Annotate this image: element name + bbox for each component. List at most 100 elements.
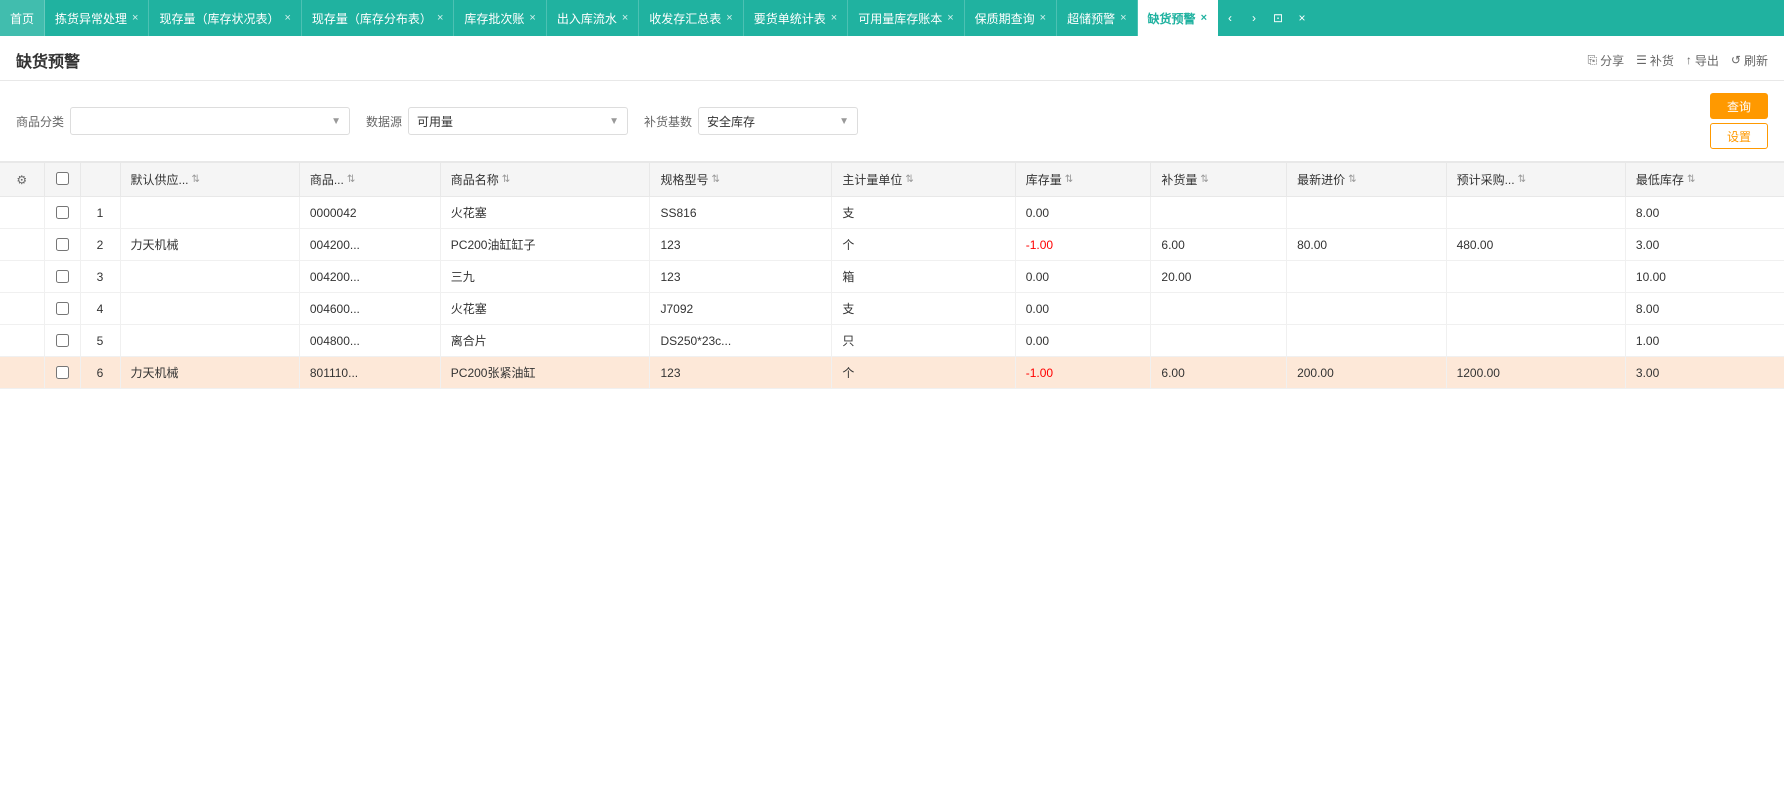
column-settings-icon[interactable]: ⚙: [10, 173, 34, 187]
row-stock: 0.00: [1015, 197, 1151, 229]
row-checkbox[interactable]: [56, 302, 69, 315]
replenish-base-arrow-icon: ▼: [839, 116, 849, 127]
tab-overstock-warning[interactable]: 超储预警 ×: [1057, 0, 1137, 36]
row-estimated-purchase: [1446, 197, 1625, 229]
tab-expiry-query-close[interactable]: ×: [1040, 12, 1046, 24]
row-checkbox[interactable]: [56, 366, 69, 379]
row-settings-cell: [0, 197, 44, 229]
row-spec: 123: [650, 357, 832, 389]
tab-close-all-btn[interactable]: ×: [1290, 0, 1314, 36]
tab-demand-stats[interactable]: 要货单统计表 ×: [744, 0, 848, 36]
th-min-stock-label: 最低库存: [1636, 171, 1684, 188]
export-button[interactable]: ↑ 导出: [1686, 52, 1719, 69]
tab-batch-account-close[interactable]: ×: [529, 12, 535, 24]
th-unit-label: 主计量单位: [842, 171, 902, 188]
category-select[interactable]: ▼: [70, 107, 350, 135]
th-min-stock[interactable]: 最低库存 ⇅: [1625, 163, 1784, 197]
th-replenish-qty[interactable]: 补货量 ⇅: [1151, 163, 1287, 197]
row-checkbox-cell[interactable]: [44, 197, 80, 229]
tab-demand-stats-close[interactable]: ×: [831, 12, 837, 24]
tab-expiry-query-label: 保质期查询: [975, 10, 1035, 27]
tab-inventory-dist[interactable]: 现存量（库存分布表） ×: [302, 0, 454, 36]
row-checkbox[interactable]: [56, 270, 69, 283]
replenish-base-select[interactable]: 安全库存 ▼: [698, 107, 858, 135]
tab-shortage-warning-close[interactable]: ×: [1201, 12, 1207, 24]
th-settings[interactable]: ⚙: [0, 163, 44, 197]
row-estimated-purchase: [1446, 261, 1625, 293]
share-label: 分享: [1600, 52, 1624, 69]
row-checkbox[interactable]: [56, 334, 69, 347]
replenish-qty-sort-icon: ⇅: [1200, 174, 1208, 185]
row-stock: -1.00: [1015, 357, 1151, 389]
tab-abnormal-close[interactable]: ×: [132, 12, 138, 24]
th-stock[interactable]: 库存量 ⇅: [1015, 163, 1151, 197]
row-latest-price: [1287, 293, 1447, 325]
tab-available-ledger-label: 可用量库存账本: [858, 10, 942, 27]
tab-available-ledger[interactable]: 可用量库存账本 ×: [848, 0, 964, 36]
th-supplier[interactable]: 默认供应... ⇅: [120, 163, 299, 197]
th-spec[interactable]: 规格型号 ⇅: [650, 163, 832, 197]
tab-batch-account[interactable]: 库存批次账 ×: [454, 0, 546, 36]
table-row: 4 004600... 火花塞 J7092 支 0.00 8.00: [0, 293, 1784, 325]
tab-inventory-status[interactable]: 现存量（库存状况表） ×: [149, 0, 301, 36]
row-product-name: 离合片: [440, 325, 650, 357]
query-button[interactable]: 查询: [1710, 93, 1768, 119]
refresh-button[interactable]: ↺ 刷新: [1731, 52, 1768, 69]
row-checkbox-cell[interactable]: [44, 261, 80, 293]
th-product-name[interactable]: 商品名称 ⇅: [440, 163, 650, 197]
th-checkbox[interactable]: [44, 163, 80, 197]
row-stock: 0.00: [1015, 325, 1151, 357]
row-checkbox-cell[interactable]: [44, 357, 80, 389]
row-replenish-qty: [1151, 325, 1287, 357]
tab-inventory-status-close[interactable]: ×: [284, 12, 290, 24]
row-replenish-qty: [1151, 197, 1287, 229]
replenish-base-label: 补货基数: [644, 113, 692, 130]
tab-overstock-warning-close[interactable]: ×: [1120, 12, 1126, 24]
row-supplier: [120, 197, 299, 229]
tab-receive-summary-label: 收发存汇总表: [649, 10, 721, 27]
row-latest-price: [1287, 197, 1447, 229]
th-product-code[interactable]: 商品... ⇅: [299, 163, 440, 197]
settings-button[interactable]: 设置: [1710, 123, 1768, 149]
tab-inventory-dist-close[interactable]: ×: [437, 12, 443, 24]
row-spec: J7092: [650, 293, 832, 325]
share-button[interactable]: ⎘ 分享: [1588, 52, 1625, 69]
row-checkbox-cell[interactable]: [44, 325, 80, 357]
tab-home[interactable]: 首页: [0, 0, 45, 36]
datasource-select[interactable]: 可用量 ▼: [408, 107, 628, 135]
latest-price-sort-icon: ⇅: [1348, 174, 1356, 185]
th-latest-price[interactable]: 最新进价 ⇅: [1287, 163, 1447, 197]
row-product-code: 0000042: [299, 197, 440, 229]
row-latest-price: 80.00: [1287, 229, 1447, 261]
tab-batch-account-label: 库存批次账: [464, 10, 524, 27]
tab-restore-btn[interactable]: ⊡: [1266, 0, 1290, 36]
row-replenish-qty: [1151, 293, 1287, 325]
row-latest-price: 200.00: [1287, 357, 1447, 389]
tab-available-ledger-close[interactable]: ×: [947, 12, 953, 24]
th-unit[interactable]: 主计量单位 ⇅: [832, 163, 1015, 197]
table-body: 1 0000042 火花塞 SS816 支 0.00 8.00 2 力天机械 0…: [0, 197, 1784, 389]
category-filter-group: 商品分类 ▼: [16, 107, 350, 135]
replenish-button[interactable]: ☰ 补货: [1636, 52, 1674, 69]
tab-shortage-warning[interactable]: 缺货预警 ×: [1138, 0, 1218, 36]
row-unit: 只: [832, 325, 1015, 357]
row-checkbox[interactable]: [56, 238, 69, 251]
tab-prev-btn[interactable]: ‹: [1218, 0, 1242, 36]
filter-actions: 查询 设置: [1710, 93, 1768, 149]
tab-expiry-query[interactable]: 保质期查询 ×: [965, 0, 1057, 36]
min-stock-sort-icon: ⇅: [1687, 174, 1695, 185]
tab-next-btn[interactable]: ›: [1242, 0, 1266, 36]
select-all-checkbox[interactable]: [56, 172, 69, 185]
product-name-sort-icon: ⇅: [502, 174, 510, 185]
row-unit: 个: [832, 357, 1015, 389]
tab-abnormal[interactable]: 拣货异常处理 ×: [45, 0, 149, 36]
row-checkbox[interactable]: [56, 206, 69, 219]
tab-flow[interactable]: 出入库流水 ×: [547, 0, 639, 36]
tab-receive-summary-close[interactable]: ×: [726, 12, 732, 24]
th-estimated-purchase[interactable]: 预计采购... ⇅: [1446, 163, 1625, 197]
row-checkbox-cell[interactable]: [44, 293, 80, 325]
datasource-value: 可用量: [417, 113, 453, 130]
tab-receive-summary[interactable]: 收发存汇总表 ×: [639, 0, 743, 36]
tab-flow-close[interactable]: ×: [622, 12, 628, 24]
row-checkbox-cell[interactable]: [44, 229, 80, 261]
